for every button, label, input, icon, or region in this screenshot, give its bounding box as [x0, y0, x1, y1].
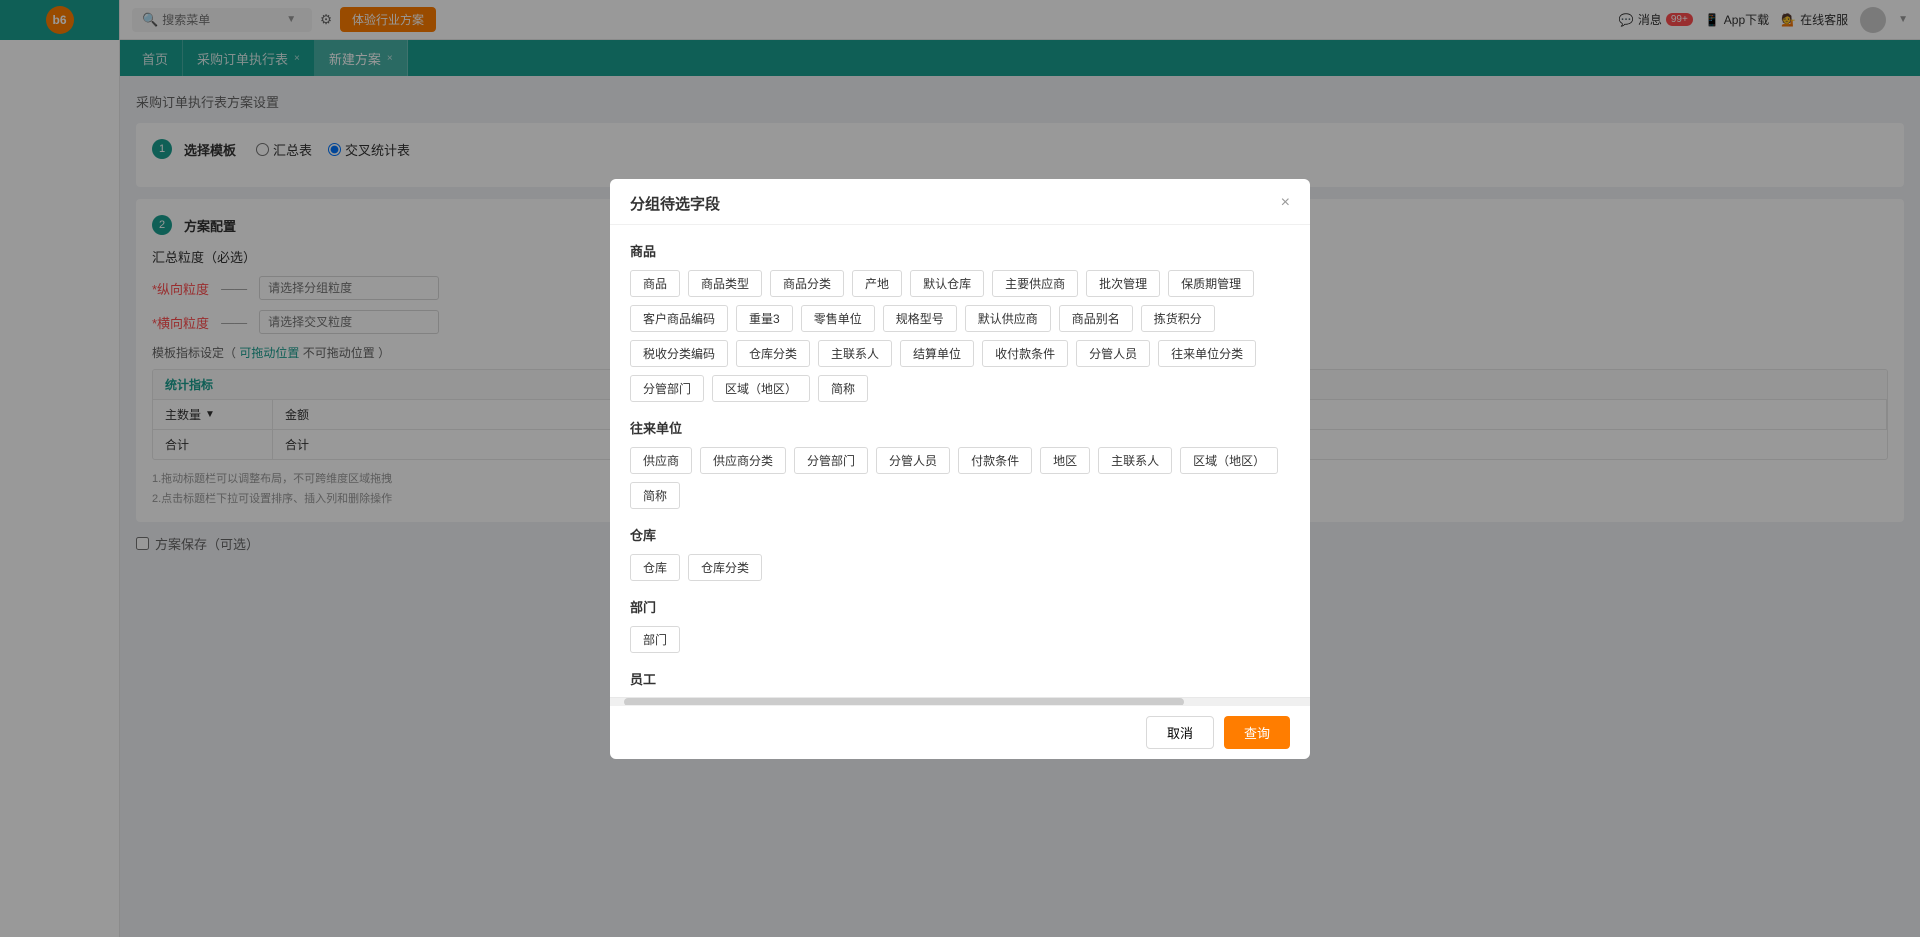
- section-warehouse: 仓库仓库仓库分类: [630, 525, 1290, 581]
- field-tag-区域（地区）[interactable]: 区域（地区）: [712, 375, 810, 402]
- section-department: 部门部门: [630, 597, 1290, 653]
- field-grid-partner: 供应商供应商分类分管部门分管人员付款条件地区主联系人区域（地区） 简称: [630, 447, 1290, 509]
- field-tag-规格型号[interactable]: 规格型号: [883, 305, 957, 332]
- field-tag-部门[interactable]: 部门: [630, 626, 680, 653]
- field-grid-goods: 商品商品类型商品分类产地默认仓库主要供应商批次管理保质期管理客户商品编码重量3 零…: [630, 270, 1290, 402]
- field-tag-区域（地区）[interactable]: 区域（地区）: [1180, 447, 1278, 474]
- section-title-warehouse: 仓库: [630, 525, 1290, 544]
- modal-close-button[interactable]: ×: [1281, 195, 1290, 211]
- field-tag-主联系人[interactable]: 主联系人: [818, 340, 892, 367]
- modal-title: 分组待选字段: [630, 193, 720, 214]
- section-title-employee: 员工: [630, 669, 1290, 688]
- modal-overlay: 分组待选字段 × 商品商品商品类型商品分类产地默认仓库主要供应商批次管理保质期管…: [0, 0, 1920, 937]
- field-tag-保质期管理[interactable]: 保质期管理: [1168, 270, 1254, 297]
- field-tag-商品类型[interactable]: 商品类型: [688, 270, 762, 297]
- field-tag-默认仓库[interactable]: 默认仓库: [910, 270, 984, 297]
- section-title-partner: 往来单位: [630, 418, 1290, 437]
- field-grid-department: 部门: [630, 626, 1290, 653]
- field-tag-分管部门[interactable]: 分管部门: [630, 375, 704, 402]
- field-tag-零售单位[interactable]: 零售单位: [801, 305, 875, 332]
- field-tag-主要供应商[interactable]: 主要供应商: [992, 270, 1078, 297]
- field-tag-地区[interactable]: 地区: [1040, 447, 1090, 474]
- field-tag-产地[interactable]: 产地: [852, 270, 902, 297]
- cancel-button[interactable]: 取消: [1146, 716, 1214, 749]
- field-tag-商品[interactable]: 商品: [630, 270, 680, 297]
- field-tag-简称[interactable]: 简称: [630, 482, 680, 509]
- confirm-button[interactable]: 查询: [1224, 716, 1290, 749]
- field-grid-warehouse: 仓库仓库分类: [630, 554, 1290, 581]
- section-partner: 往来单位供应商供应商分类分管部门分管人员付款条件地区主联系人区域（地区） 简称: [630, 418, 1290, 509]
- modal-header: 分组待选字段 ×: [610, 179, 1310, 225]
- field-tag-简称[interactable]: 简称: [818, 375, 868, 402]
- field-tag-重量3[interactable]: 重量3: [736, 305, 793, 332]
- field-tag-商品分类[interactable]: 商品分类: [770, 270, 844, 297]
- field-tag-客户商品编码[interactable]: 客户商品编码: [630, 305, 728, 332]
- field-tag-往来单位分类[interactable]: 往来单位分类: [1158, 340, 1256, 367]
- field-tag-供应商[interactable]: 供应商: [630, 447, 692, 474]
- section-title-department: 部门: [630, 597, 1290, 616]
- field-tag-供应商分类[interactable]: 供应商分类: [700, 447, 786, 474]
- field-tag-仓库[interactable]: 仓库: [630, 554, 680, 581]
- field-tag-仓库分类[interactable]: 仓库分类: [688, 554, 762, 581]
- field-tag-拣货积分[interactable]: 拣货积分: [1141, 305, 1215, 332]
- field-tag-税收分类编码[interactable]: 税收分类编码: [630, 340, 728, 367]
- field-tag-分管人员[interactable]: 分管人员: [876, 447, 950, 474]
- field-tag-默认供应商[interactable]: 默认供应商: [965, 305, 1051, 332]
- field-tag-主联系人[interactable]: 主联系人: [1098, 447, 1172, 474]
- section-employee: 员工业务员: [630, 669, 1290, 697]
- modal-horizontal-scrollbar[interactable]: [610, 697, 1310, 705]
- field-tag-付款条件[interactable]: 付款条件: [958, 447, 1032, 474]
- section-goods: 商品商品商品类型商品分类产地默认仓库主要供应商批次管理保质期管理客户商品编码重量…: [630, 241, 1290, 402]
- field-tag-商品别名[interactable]: 商品别名: [1059, 305, 1133, 332]
- field-tag-仓库分类[interactable]: 仓库分类: [736, 340, 810, 367]
- field-tag-分管部门[interactable]: 分管部门: [794, 447, 868, 474]
- field-tag-分管人员[interactable]: 分管人员: [1076, 340, 1150, 367]
- section-title-goods: 商品: [630, 241, 1290, 260]
- field-tag-结算单位[interactable]: 结算单位: [900, 340, 974, 367]
- modal: 分组待选字段 × 商品商品商品类型商品分类产地默认仓库主要供应商批次管理保质期管…: [610, 179, 1310, 759]
- field-tag-批次管理[interactable]: 批次管理: [1086, 270, 1160, 297]
- modal-footer: 取消 查询: [610, 705, 1310, 759]
- modal-body: 商品商品商品类型商品分类产地默认仓库主要供应商批次管理保质期管理客户商品编码重量…: [610, 225, 1310, 697]
- field-tag-收付款条件[interactable]: 收付款条件: [982, 340, 1068, 367]
